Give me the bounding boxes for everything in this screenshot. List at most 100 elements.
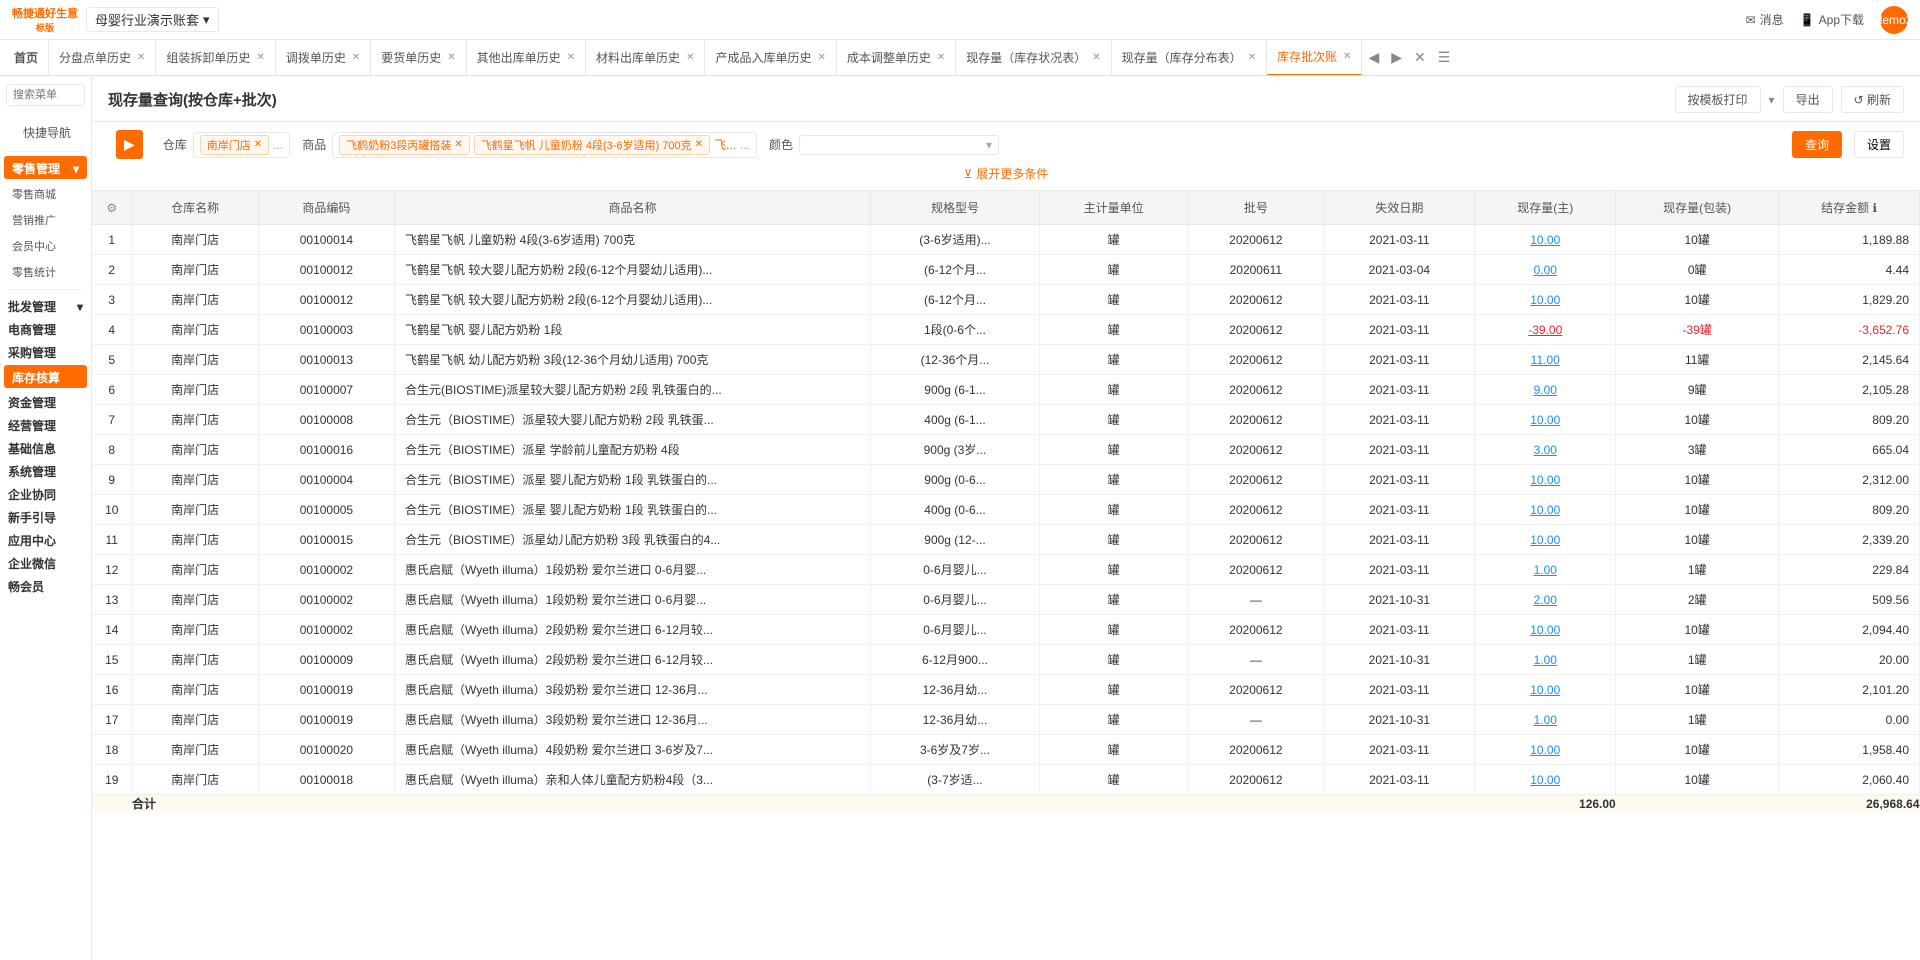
- goods-tag-close-2[interactable]: ✕: [695, 139, 703, 150]
- tab-home[interactable]: 首页: [4, 40, 49, 76]
- cell-qty-main[interactable]: 10.00: [1475, 765, 1616, 795]
- tab-1[interactable]: 分盘点单历史 ✕: [49, 40, 156, 76]
- goods-tag-1[interactable]: 飞鹤奶粉3段丙罐搭装 ✕: [339, 135, 470, 155]
- tab-close-1[interactable]: ✕: [137, 52, 145, 63]
- cell-qty-main[interactable]: 10.00: [1475, 225, 1616, 255]
- expand-more-btn[interactable]: ⊻ 展开更多条件: [964, 165, 1049, 182]
- app-logo: 畅捷通好生意 标版: [12, 5, 78, 34]
- sidebar-item-enterprise-collab[interactable]: 企业协同: [0, 482, 91, 505]
- tab-close-3[interactable]: ✕: [352, 52, 360, 63]
- tab-close-5[interactable]: ✕: [567, 52, 575, 63]
- goods-tag-2[interactable]: 飞鹤星飞帆 儿童奶粉 4段(3-6岁适用) 700克 ✕: [474, 135, 710, 155]
- sidebar-item-system[interactable]: 系统管理: [0, 459, 91, 482]
- sidebar-item-retail-stats[interactable]: 零售统计: [0, 259, 91, 285]
- tab-close-2[interactable]: ✕: [256, 52, 264, 63]
- export-btn[interactable]: 导出: [1783, 86, 1833, 113]
- tab-5[interactable]: 其他出库单历史 ✕: [467, 40, 586, 76]
- cell-qty-main[interactable]: 10.00: [1475, 465, 1616, 495]
- th-batch: 批号: [1188, 191, 1324, 225]
- tab-4[interactable]: 要货单历史 ✕: [371, 40, 466, 76]
- tab-prev-btn[interactable]: ◀: [1362, 49, 1385, 66]
- cell-qty-main[interactable]: 10.00: [1475, 405, 1616, 435]
- sidebar-item-operation[interactable]: 经营管理: [0, 413, 91, 436]
- cell-qty-main[interactable]: 10.00: [1475, 525, 1616, 555]
- warehouse-tag-close[interactable]: ✕: [254, 139, 262, 150]
- query-btn[interactable]: 查询: [1792, 131, 1842, 158]
- cell-qty-main[interactable]: 3.00: [1475, 435, 1616, 465]
- sidebar-item-wechat[interactable]: 企业微信: [0, 551, 91, 574]
- cell-qty-main[interactable]: 10.00: [1475, 615, 1616, 645]
- tab-7[interactable]: 产成品入库单历史 ✕: [705, 40, 836, 76]
- table-row: 6 南岸门店 00100007 合生元(BIOSTIME)派星较大婴儿配方奶粉 …: [92, 375, 1920, 405]
- sidebar-item-inventory[interactable]: 库存核算: [4, 365, 87, 388]
- sidebar-group-retail-mgmt[interactable]: 零售管理 ▾: [4, 156, 87, 179]
- tab-close-8[interactable]: ✕: [937, 52, 945, 63]
- refresh-btn[interactable]: ↺ 刷新: [1841, 86, 1904, 113]
- sidebar-divider-2: [8, 289, 83, 290]
- table-row: 17 南岸门店 00100019 惠氏启赋（Wyeth illuma）3段奶粉 …: [92, 705, 1920, 735]
- sidebar-item-marketing[interactable]: 营销推广: [0, 207, 91, 233]
- print-btn[interactable]: 按模板打印: [1675, 86, 1761, 113]
- tab-8[interactable]: 成本调整单历史 ✕: [837, 40, 956, 76]
- cell-warehouse: 南岸门店: [132, 675, 258, 705]
- tab-menu-btn[interactable]: ☰: [1432, 49, 1457, 66]
- cell-qty-main[interactable]: 10.00: [1475, 675, 1616, 705]
- sidebar-item-basic-info[interactable]: 基础信息: [0, 436, 91, 459]
- tab-close-4[interactable]: ✕: [447, 52, 455, 63]
- cell-qty-main[interactable]: 10.00: [1475, 495, 1616, 525]
- tab-close-6[interactable]: ✕: [686, 52, 694, 63]
- tab-close-9[interactable]: ✕: [1092, 52, 1100, 63]
- tab-next-btn[interactable]: ▶: [1385, 49, 1408, 66]
- sidebar-item-retail-shop[interactable]: 零售商城: [0, 181, 91, 207]
- settings-btn[interactable]: 设置: [1854, 131, 1904, 158]
- tab-3[interactable]: 调拨单历史 ✕: [276, 40, 371, 76]
- filter-expand-arrow[interactable]: ▶: [116, 130, 143, 159]
- app-download-btn[interactable]: 📱 App下载: [1800, 11, 1864, 28]
- sidebar-item-finance[interactable]: 资金管理: [0, 390, 91, 413]
- tab-close-11[interactable]: ✕: [1343, 51, 1351, 62]
- search-input[interactable]: [6, 84, 85, 106]
- cell-warehouse: 南岸门店: [132, 645, 258, 675]
- cell-amount: 1,189.88: [1779, 225, 1920, 255]
- tab-close-all-btn[interactable]: ✕: [1408, 49, 1432, 66]
- cell-qty-main[interactable]: 10.00: [1475, 735, 1616, 765]
- sidebar-item-quick-nav[interactable]: 快捷导航: [0, 118, 91, 147]
- sidebar-item-ecommerce[interactable]: 电商管理: [0, 317, 91, 340]
- th-checkbox[interactable]: ⚙: [92, 191, 132, 225]
- cell-qty-main[interactable]: 10.00: [1475, 285, 1616, 315]
- user-avatar[interactable]: demo2: [1880, 6, 1908, 34]
- sidebar-item-member-vip[interactable]: 畅会员: [0, 574, 91, 597]
- tab-11[interactable]: 库存批次账 ✕: [1267, 40, 1362, 76]
- sidebar-item-guide[interactable]: 新手引导: [0, 505, 91, 528]
- cell-no: 17: [92, 705, 132, 735]
- tab-close-7[interactable]: ✕: [817, 52, 825, 63]
- tab-close-10[interactable]: ✕: [1248, 52, 1256, 63]
- tab-9[interactable]: 现存量（库存状况表） ✕: [956, 40, 1111, 76]
- tab-6[interactable]: 材料出库单历史 ✕: [586, 40, 705, 76]
- settings-icon[interactable]: ⚙: [106, 201, 117, 215]
- sidebar-item-member[interactable]: 会员中心: [0, 233, 91, 259]
- tab-2[interactable]: 组装拆卸单历史 ✕: [156, 40, 275, 76]
- cell-qty-main[interactable]: -39.00: [1475, 315, 1616, 345]
- sidebar-group-wholesale-mgmt[interactable]: 批发管理 ▾: [0, 294, 91, 317]
- cell-qty-main[interactable]: 9.00: [1475, 375, 1616, 405]
- sidebar-item-purchase[interactable]: 采购管理: [0, 340, 91, 363]
- warehouse-tag-1[interactable]: 南岸门店 ✕: [200, 135, 269, 155]
- cell-spec: (12-36个月...: [870, 345, 1039, 375]
- cell-code: 00100018: [258, 765, 394, 795]
- goods-tag-close-1[interactable]: ✕: [454, 139, 462, 150]
- cell-qty-main[interactable]: 2.00: [1475, 585, 1616, 615]
- cell-qty-main[interactable]: 11.00: [1475, 345, 1616, 375]
- cell-qty-main[interactable]: 1.00: [1475, 645, 1616, 675]
- cell-qty-main[interactable]: 1.00: [1475, 555, 1616, 585]
- sidebar-item-app-center[interactable]: 应用中心: [0, 528, 91, 551]
- cell-batch: 20200612: [1188, 495, 1324, 525]
- cell-expiry: 2021-03-11: [1324, 525, 1475, 555]
- message-btn[interactable]: ✉ 消息: [1746, 11, 1784, 28]
- cell-spec: 900g (0-6...: [870, 465, 1039, 495]
- content-area: 现存量查询(按仓库+批次) 按模板打印 ▾ 导出 ↺ 刷新 ▶ 仓库: [92, 76, 1920, 960]
- account-dropdown[interactable]: 母婴行业演示账套 ▾: [86, 7, 219, 32]
- cell-qty-main[interactable]: 0.00: [1475, 255, 1616, 285]
- tab-10[interactable]: 现存量（库存分布表） ✕: [1112, 40, 1267, 76]
- cell-qty-main[interactable]: 1.00: [1475, 705, 1616, 735]
